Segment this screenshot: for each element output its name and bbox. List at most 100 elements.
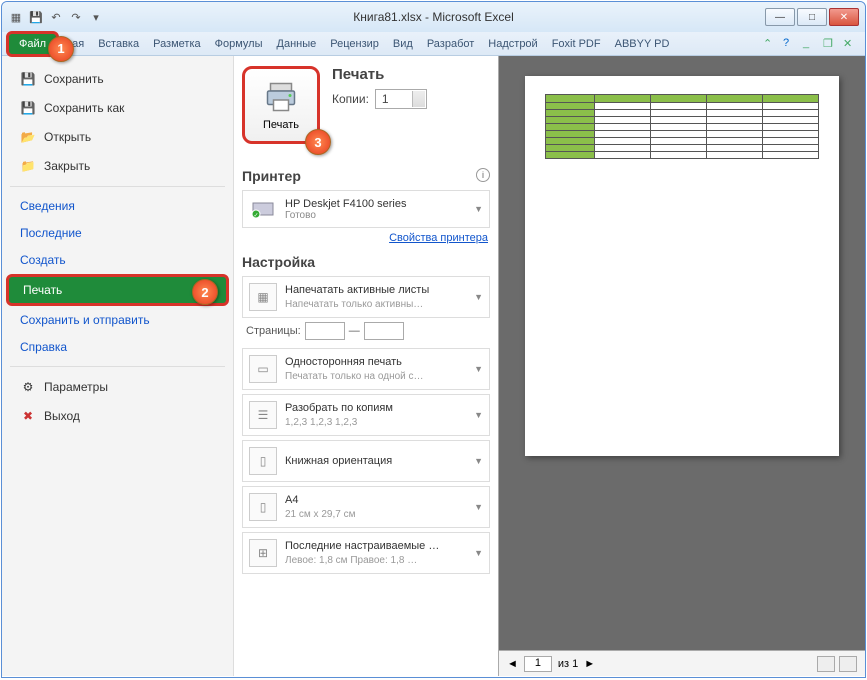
nav-print[interactable]: Печать 2 [6,274,229,306]
chevron-down-icon: ▼ [474,502,483,512]
preview-page [525,76,839,456]
print-what-selector[interactable]: ▦ Напечатать активные листыНапечатать то… [242,276,490,318]
save-icon: 💾 [20,71,36,87]
printer-device-icon: ✓ [249,197,277,221]
options-icon: ⚙ [20,379,36,395]
close-icon: 📁 [20,158,36,174]
tab-review[interactable]: Рецензир [323,34,386,54]
preview-table [545,94,819,159]
tab-addins[interactable]: Надстрой [481,34,544,54]
chevron-down-icon: ▼ [474,364,483,374]
callout-3: 3 [305,129,331,155]
print-preview-panel: ◄ 1 из 1 ► [498,56,865,676]
paper-icon: ▯ [249,493,277,521]
callout-2: 2 [192,279,218,305]
ribbon-tabs: Файл 1 ная Вставка Разметка Формулы Данн… [2,32,865,56]
tab-foxit[interactable]: Foxit PDF [545,34,608,54]
collapse-ribbon-icon[interactable]: ⌃ [763,37,777,51]
excel-icon: ▦ [8,9,24,25]
printer-heading: Принтер [242,168,301,184]
margins-icon: ⊞ [249,539,277,567]
next-page-button[interactable]: ► [584,658,595,670]
chevron-down-icon: ▼ [474,456,483,466]
show-margins-button[interactable] [817,656,835,672]
nav-new[interactable]: Создать [6,247,229,273]
tab-abbyy[interactable]: ABBYY PD [608,34,677,54]
callout-1: 1 [48,36,74,62]
printer-name: HP Deskjet F4100 series [285,198,406,210]
maximize-button[interactable]: □ [797,8,827,26]
mdi-restore-icon[interactable]: ❐ [823,37,837,51]
print-button[interactable]: Печать 3 [242,66,320,144]
help-icon[interactable]: ? [783,37,797,51]
collate-icon: ☰ [249,401,277,429]
nav-saveas[interactable]: 💾Сохранить как [6,94,229,122]
svg-text:✓: ✓ [253,213,258,219]
print-settings-panel: Печать 3 Печать Копии: 1 Принтер i ✓ HP D… [234,56,498,676]
page-of-label: из 1 [558,658,578,670]
oneside-icon: ▭ [249,355,277,383]
info-icon[interactable]: i [476,168,490,182]
print-button-label: Печать [263,119,299,131]
close-button[interactable]: ✕ [829,8,859,26]
pages-to-input[interactable] [364,322,404,340]
nav-options[interactable]: ⚙Параметры [6,373,229,401]
chevron-down-icon: ▼ [474,292,483,302]
settings-heading: Настройка [242,254,490,270]
backstage-nav: 💾Сохранить 💾Сохранить как 📂Открыть 📁Закр… [2,56,234,676]
nav-info[interactable]: Сведения [6,193,229,219]
exit-icon: ✖ [20,408,36,424]
sides-selector[interactable]: ▭ Односторонняя печатьПечатать только на… [242,348,490,390]
copies-label: Копии: [332,92,369,106]
qat-more-icon[interactable]: ▾ [88,9,104,25]
nav-exit[interactable]: ✖Выход [6,402,229,430]
mdi-close-icon[interactable]: ✕ [843,37,857,51]
tab-view[interactable]: Вид [386,34,420,54]
tab-file[interactable]: Файл 1 [6,31,59,57]
printer-properties-link[interactable]: Свойства принтера [244,232,488,244]
portrait-icon: ▯ [249,447,277,475]
minimize-button[interactable]: — [765,8,795,26]
titlebar: ▦ 💾 ↶ ↷ ▾ Книга81.xlsx - Microsoft Excel… [2,2,865,32]
nav-open[interactable]: 📂Открыть [6,123,229,151]
redo-icon[interactable]: ↷ [68,9,84,25]
tab-formulas[interactable]: Формулы [208,34,270,54]
nav-close[interactable]: 📁Закрыть [6,152,229,180]
zoom-page-button[interactable] [839,656,857,672]
collate-selector[interactable]: ☰ Разобрать по копиям1,2,3 1,2,3 1,2,3 ▼ [242,394,490,436]
quick-access-toolbar: ▦ 💾 ↶ ↷ ▾ [8,9,104,25]
tab-data[interactable]: Данные [270,34,324,54]
nav-separator [10,366,225,367]
tab-insert[interactable]: Вставка [91,34,146,54]
print-heading: Печать [332,66,427,83]
chevron-down-icon: ▼ [474,410,483,420]
printer-selector[interactable]: ✓ HP Deskjet F4100 seriesГотово ▼ [242,190,490,228]
undo-icon[interactable]: ↶ [48,9,64,25]
chevron-down-icon: ▼ [474,204,483,214]
orientation-selector[interactable]: ▯ Книжная ориентация ▼ [242,440,490,482]
nav-share[interactable]: Сохранить и отправить [6,307,229,333]
pages-label: Страницы: [246,325,301,337]
saveas-icon: 💾 [20,100,36,116]
chevron-down-icon: ▼ [474,548,483,558]
printer-status: Готово [285,210,406,221]
pages-from-input[interactable] [305,322,345,340]
margins-selector[interactable]: ⊞ Последние настраиваемые …Левое: 1,8 см… [242,532,490,574]
open-icon: 📂 [20,129,36,145]
nav-save[interactable]: 💾Сохранить [6,65,229,93]
copies-spinner[interactable]: 1 [375,89,427,109]
prev-page-button[interactable]: ◄ [507,658,518,670]
tab-dev[interactable]: Разработ [420,34,481,54]
preview-navbar: ◄ 1 из 1 ► [499,650,865,676]
page-number-input[interactable]: 1 [524,656,552,672]
sheets-icon: ▦ [249,283,277,311]
mdi-min-icon[interactable]: _ [803,37,817,51]
printer-icon [263,79,299,115]
tab-layout[interactable]: Разметка [146,34,208,54]
nav-separator [10,186,225,187]
paper-selector[interactable]: ▯ A421 см x 29,7 см ▼ [242,486,490,528]
nav-help[interactable]: Справка [6,334,229,360]
save-icon[interactable]: 💾 [28,9,44,25]
nav-recent[interactable]: Последние [6,220,229,246]
window-title: Книга81.xlsx - Microsoft Excel [353,10,513,24]
